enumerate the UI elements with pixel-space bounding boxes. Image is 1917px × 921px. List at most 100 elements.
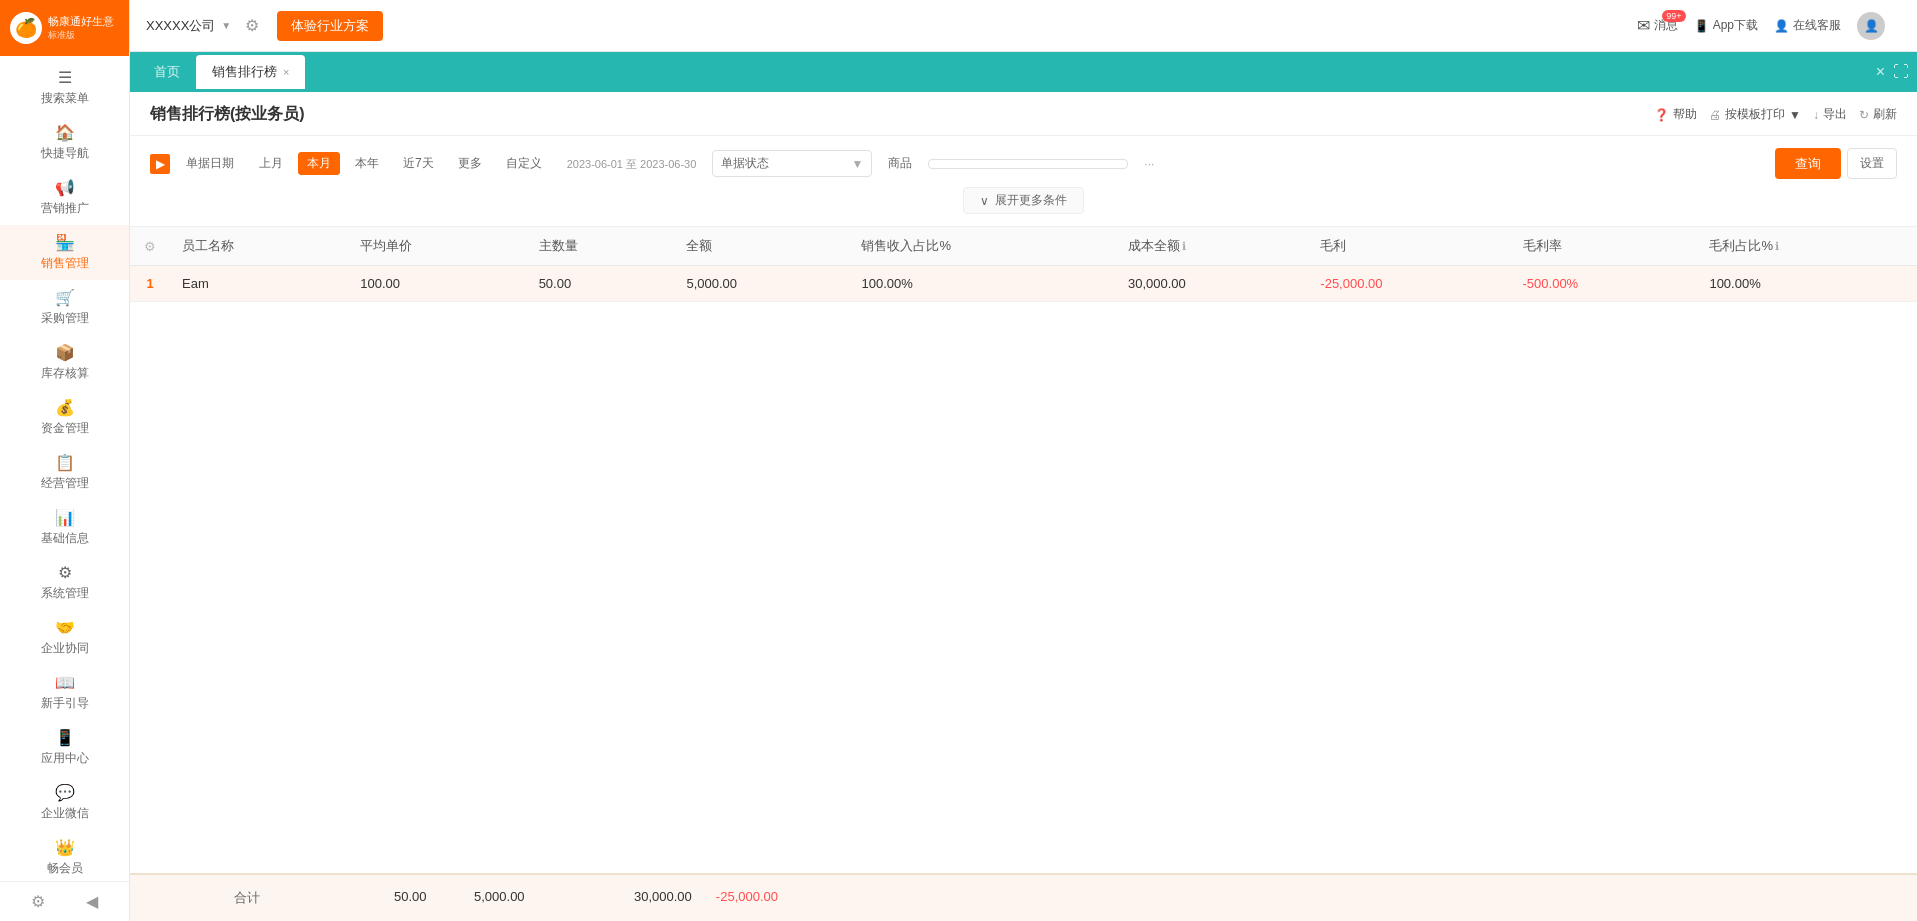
status-filter[interactable]: 单据状态 ▼ [712,150,872,177]
app-download-button[interactable]: 📱 App下载 [1694,17,1758,34]
sidebar-item-member[interactable]: 👑 畅会员 [0,830,129,881]
td-qty: 50.00 [527,266,675,302]
sidebar-logo: 🍊 畅康通好生意 标准版 [0,0,129,56]
filter-row-2: ∨ 展开更多条件 [150,187,1897,214]
cost-info-icon: ℹ [1182,240,1186,252]
print-button[interactable]: 🖨 按模板打印 ▼ [1709,106,1801,123]
date-option-custom[interactable]: 自定义 [497,152,551,175]
help-button[interactable]: ❓ 帮助 [1654,106,1697,123]
td-sales-pct: 100.00% [849,266,1115,302]
filter-collapse-btn[interactable]: ▶ [150,154,170,174]
inventory-icon: 📦 [55,343,75,362]
company-selector[interactable]: XXXXX公司 ▼ [146,17,231,35]
marketing-icon: 📢 [55,178,75,197]
search-menu-icon: ☰ [58,68,72,87]
sidebar-item-search[interactable]: ☰ 搜索菜单 [0,60,129,115]
basic-icon: 📊 [55,508,75,527]
th-settings[interactable]: ⚙ [130,227,170,266]
column-settings-icon[interactable]: ⚙ [144,239,156,254]
td-profit: -25,000.00 [1308,266,1510,302]
goods-filter[interactable] [928,159,1128,169]
setting-button[interactable]: 设置 [1847,148,1897,179]
enterprise-icon: 🤝 [55,618,75,637]
table-footer: 合计 50.00 5,000.00 30,000.00 -25,000.00 [130,873,1917,921]
sidebar-item-label: 搜索菜单 [41,90,89,107]
date-option-7days[interactable]: 近7天 [394,152,443,175]
logo-text: 畅康通好生意 [48,14,114,29]
sidebar-item-label: 新手引导 [41,695,89,712]
export-button[interactable]: ↓ 导出 [1813,106,1847,123]
trial-button[interactable]: 体验行业方案 [277,11,383,41]
help-icon: ❓ [1654,108,1669,122]
th-profit: 毛利 [1308,227,1510,266]
data-table-area: ⚙ 员工名称 平均单价 主数量 全额 销售收入占比% 成本全额ℹ 毛利 毛利率 … [130,227,1917,873]
message-button[interactable]: ✉ 消息 99+ [1637,16,1678,35]
expand-more-btn[interactable]: ∨ 展开更多条件 [963,187,1084,214]
help-label: 帮助 [1673,106,1697,123]
sidebar-item-label: 采购管理 [41,310,89,327]
sidebar-item-wechat[interactable]: 💬 企业微信 [0,775,129,830]
page-title-row: 销售排行榜(按业务员) ❓ 帮助 🖨 按模板打印 ▼ ↓ 导出 [150,104,1897,135]
page-title: 销售排行榜(按业务员) [150,104,305,125]
sidebar-item-app[interactable]: 📱 应用中心 [0,720,129,775]
message-badge: 99+ [1662,10,1685,22]
date-option-more[interactable]: 更多 [449,152,491,175]
sidebar-item-finance[interactable]: 💰 资金管理 [0,390,129,445]
filter-area: ▶ 单据日期 上月 本月 本年 近7天 更多 自定义 2023-06-01 至 … [130,136,1917,227]
app-icon: 📱 [55,728,75,747]
tabbar-expand-icon[interactable]: ⛶ [1893,63,1909,81]
sidebar-item-purchase[interactable]: 🛒 采购管理 [0,280,129,335]
content-area: 销售排行榜(按业务员) ❓ 帮助 🖨 按模板打印 ▼ ↓ 导出 [130,92,1917,921]
filter-more-btn[interactable]: ··· [1144,157,1154,171]
th-name: 员工名称 [170,227,348,266]
sidebar-item-guide[interactable]: 📖 新手引导 [0,665,129,720]
footer-label: 合计 [222,885,302,911]
sidebar-item-sales[interactable]: 🏪 销售管理 [0,225,129,280]
th-amount: 全额 [674,227,849,266]
sidebar-item-marketing[interactable]: 📢 营销推广 [0,170,129,225]
refresh-button[interactable]: ↻ 刷新 [1859,106,1897,123]
date-range: 2023-06-01 至 2023-06-30 [567,157,697,172]
user-avatar[interactable]: 👤 [1857,12,1885,40]
settings-bottom-icon[interactable]: ⚙ [31,892,45,911]
td-cost: 30,000.00 [1116,266,1308,302]
tabbar: 首页 销售排行榜 × × ⛶ [130,52,1917,92]
topbar-gear-icon[interactable]: ⚙ [245,16,259,35]
sidebar-item-operation[interactable]: 📋 经营管理 [0,445,129,500]
logo-icon: 🍊 [10,12,42,44]
td-name: Eam [170,266,348,302]
date-option-last-month[interactable]: 上月 [250,152,292,175]
sidebar-item-system[interactable]: ⚙ 系统管理 [0,555,129,610]
sidebar-item-label: 企业协同 [41,640,89,657]
footer-avg-price [302,885,382,911]
sidebar-item-enterprise[interactable]: 🤝 企业协同 [0,610,129,665]
tab-home-label: 首页 [154,63,180,81]
tab-close-icon[interactable]: × [283,66,289,78]
wechat-icon: 💬 [55,783,75,802]
tabbar-close-icon[interactable]: × [1876,63,1885,81]
sidebar-item-shortcut[interactable]: 🏠 快捷导航 [0,115,129,170]
guide-icon: 📖 [55,673,75,692]
sidebar-item-label: 畅会员 [47,860,83,877]
refresh-label: 刷新 [1873,106,1897,123]
tab-home[interactable]: 首页 [138,55,196,89]
tab-sales-ranking[interactable]: 销售排行榜 × [196,55,305,89]
query-button[interactable]: 查询 [1775,148,1841,179]
app-download-icon: 📱 [1694,19,1709,33]
system-icon: ⚙ [58,563,72,582]
td-amount: 5,000.00 [674,266,849,302]
status-label: 单据状态 [721,155,769,172]
logo-sub: 标准版 [48,29,114,42]
date-option-this-year[interactable]: 本年 [346,152,388,175]
online-service-button[interactable]: 👤 在线客服 [1774,17,1841,34]
goods-label: 商品 [888,155,912,172]
sidebar-item-label: 营销推广 [41,200,89,217]
date-option-this-month[interactable]: 本月 [298,152,340,175]
sidebar-item-label: 系统管理 [41,585,89,602]
sidebar-item-inventory[interactable]: 📦 库存核算 [0,335,129,390]
sales-ranking-table: ⚙ 员工名称 平均单价 主数量 全额 销售收入占比% 成本全额ℹ 毛利 毛利率 … [130,227,1917,302]
operation-icon: 📋 [55,453,75,472]
sidebar-item-basic[interactable]: 📊 基础信息 [0,500,129,555]
collapse-icon[interactable]: ◀ [86,892,98,911]
footer-profit: -25,000.00 [704,885,790,911]
